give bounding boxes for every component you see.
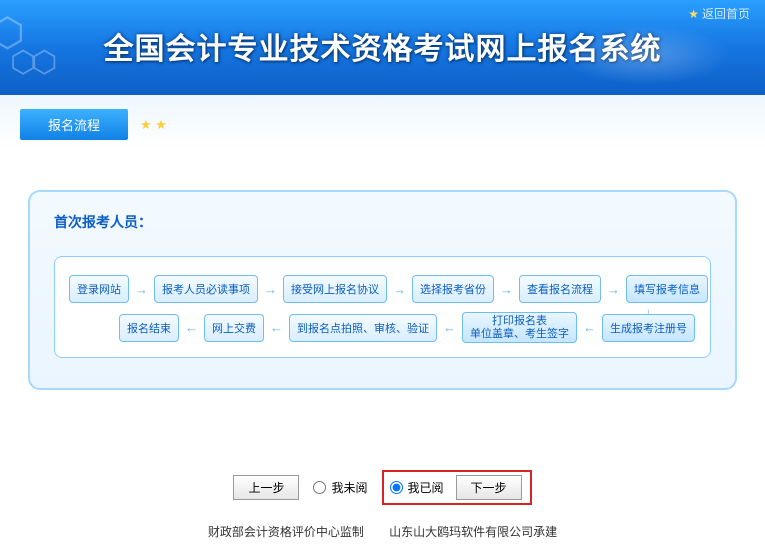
step-login: 登录网站 (69, 275, 129, 303)
arrow-right-icon: → (133, 282, 150, 297)
next-button[interactable]: 下一步 (456, 475, 522, 500)
footer-left: 财政部会计资格评价中心监制 (208, 525, 364, 539)
arrow-right-icon: → (391, 282, 408, 297)
decor-hex-icon (0, 10, 100, 90)
radio-read-input[interactable] (390, 481, 403, 494)
arrow-right-icon: → (262, 282, 279, 297)
radio-unread[interactable]: 我未阅 (313, 479, 367, 496)
step-generate-id: 生成报考注册号 (602, 314, 695, 342)
arrow-right-icon: → (605, 282, 622, 297)
prev-button[interactable]: 上一步 (233, 475, 299, 500)
step-select-province: 选择报考省份 (412, 275, 494, 303)
step-pay-online: 网上交费 (204, 314, 264, 342)
section-label: 首次报考人员： (54, 212, 711, 232)
radio-unread-label: 我未阅 (331, 479, 367, 496)
main-content: 报名流程 ★ ★ 首次报考人员： 登录网站 → 报考人员必读事项 → 接受网上报… (0, 95, 765, 544)
footer-right: 山东山大鸥玛软件有限公司承建 (389, 525, 557, 539)
star-icon: ★ ★ (140, 117, 167, 133)
flow-row-1: 登录网站 → 报考人员必读事项 → 接受网上报名协议 → 选择报考省份 → 查看… (69, 275, 696, 303)
step-view-flow: 查看报名流程 (519, 275, 601, 303)
action-bar: 上一步 我未阅 我已阅 下一步 (0, 400, 765, 515)
step-read-notice: 报考人员必读事项 (154, 275, 258, 303)
content-frame: 首次报考人员： 登录网站 → 报考人员必读事项 → 接受网上报名协议 → 选择报… (28, 190, 737, 390)
step-accept-agreement: 接受网上报名协议 (283, 275, 387, 303)
arrow-right-icon: → (498, 282, 515, 297)
flow-row-2: 报名结束 ← 网上交费 ← 到报名点拍照、审核、验证 ← 打印报名表单位盖章、考… (69, 312, 696, 343)
step-photo-verify: 到报名点拍照、审核、验证 (289, 314, 437, 342)
step-print-form: 打印报名表单位盖章、考生签字 (462, 312, 577, 343)
decor-globe-icon (545, 20, 745, 90)
footer: 财政部会计资格评价中心监制 山东山大鸥玛软件有限公司承建 (0, 515, 765, 544)
arrow-left-icon: ← (183, 320, 200, 335)
header-banner: 返回首页 全国会计专业技术资格考试网上报名系统 (0, 0, 765, 95)
step-fill-info: 填写报考信息 (626, 275, 708, 303)
highlight-box: 我已阅 下一步 (382, 470, 532, 505)
radio-read-label: 我已阅 (408, 479, 444, 496)
arrow-left-icon: ← (581, 320, 598, 335)
home-link[interactable]: 返回首页 (688, 5, 750, 22)
radio-read[interactable]: 我已阅 (390, 479, 444, 496)
arrow-left-icon: ← (441, 320, 458, 335)
step-end: 报名结束 (119, 314, 179, 342)
arrow-left-icon: ← (268, 320, 285, 335)
flow-diagram: 登录网站 → 报考人员必读事项 → 接受网上报名协议 → 选择报考省份 → 查看… (54, 256, 711, 358)
radio-unread-input[interactable] (313, 481, 326, 494)
tab-registration-flow[interactable]: 报名流程 (20, 109, 128, 140)
tab-row: 报名流程 ★ ★ (0, 95, 765, 150)
